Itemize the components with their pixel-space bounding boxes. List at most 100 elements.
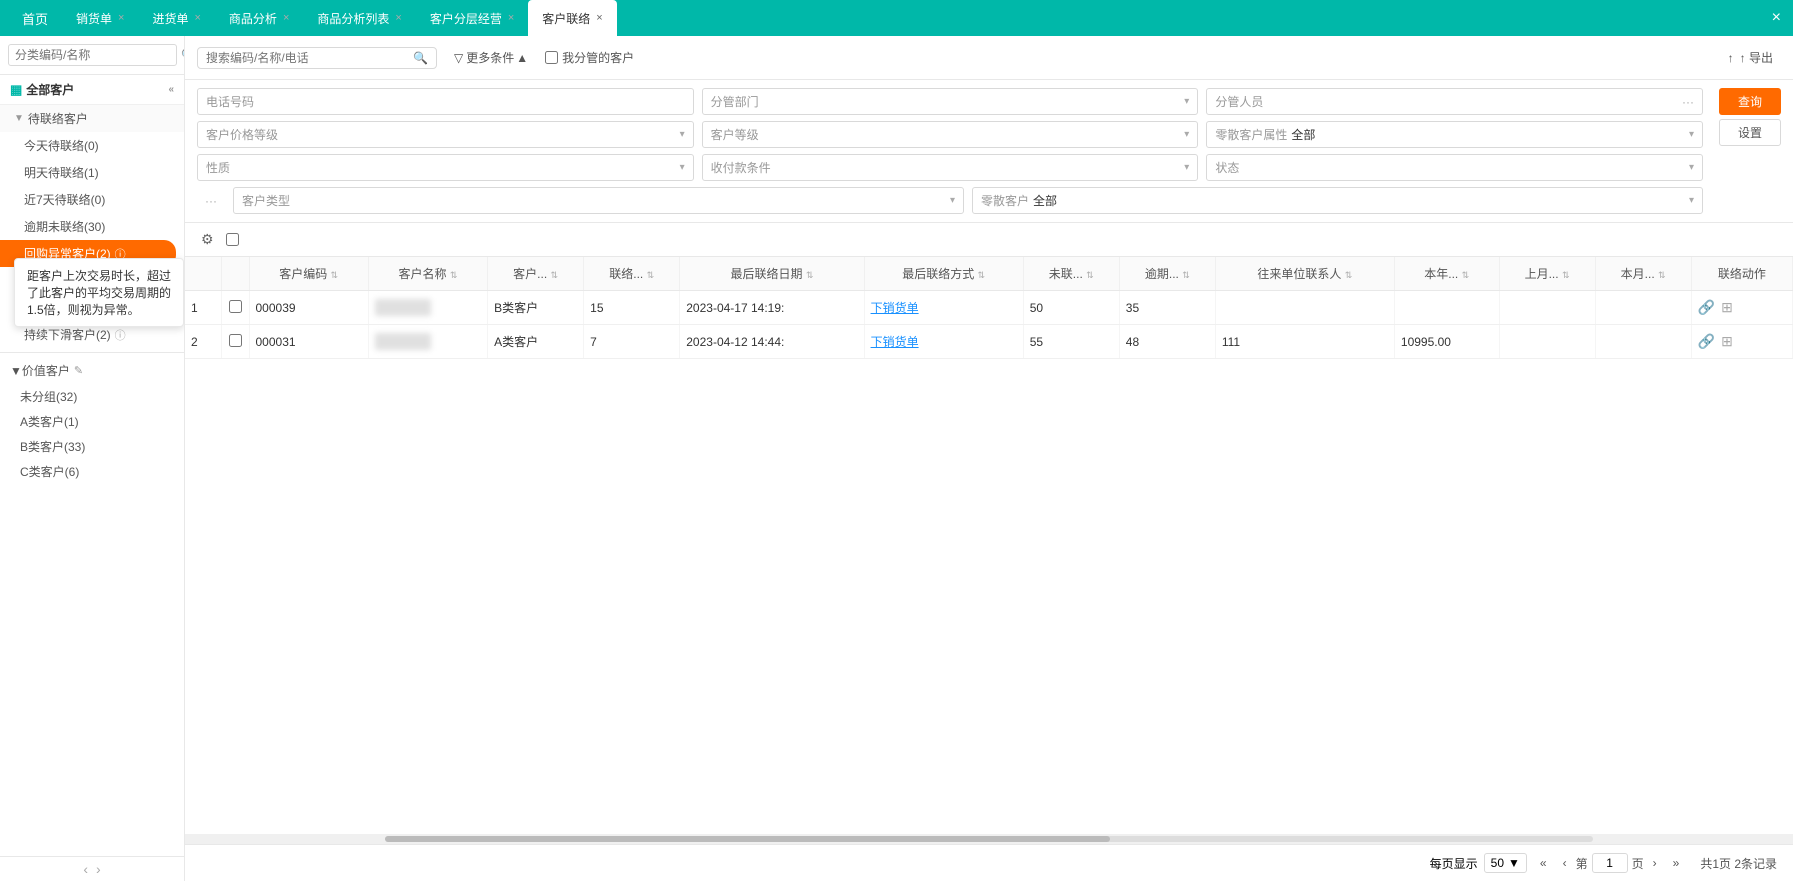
col-not-contacted[interactable]: 未联... ⇅ (1023, 257, 1119, 291)
filter-nature[interactable]: 性质 ▾ (197, 154, 694, 181)
col-last-contact-method[interactable]: 最后联络方式 ⇅ (864, 257, 1023, 291)
main-layout: 🔍 ▦ 全部客户 « ▼ 待联络客户 今天待联络(0) 明天待联络(1) 近7天… (0, 36, 1793, 881)
filter-phone[interactable]: 电话号码 (197, 88, 694, 115)
filter-customer-level-label: 客户等级 (711, 126, 759, 143)
tab-purchase[interactable]: 进货单 × (138, 0, 214, 36)
filter-dept[interactable]: 分管部门 ▾ (702, 88, 1199, 115)
filter-manager[interactable]: 分管人员 ··· (1206, 88, 1703, 115)
cell-method-1[interactable]: 下销货单 (864, 291, 1023, 325)
col-contact-count[interactable]: 联络... ⇅ (584, 257, 680, 291)
close-purchase-tab[interactable]: × (194, 12, 200, 24)
filter-payment[interactable]: 收付款条件 ▾ (702, 154, 1199, 181)
last-page-btn[interactable]: » (1666, 853, 1687, 873)
export-button[interactable]: ↑ ↑ 导出 (1720, 45, 1781, 70)
filter-customer-level[interactable]: 客户等级 ▾ (702, 121, 1199, 148)
col-last-contact-date[interactable]: 最后联络日期 ⇅ (680, 257, 864, 291)
tab-analysis-list[interactable]: 商品分析列表 × (303, 0, 415, 36)
col-customer-code[interactable]: 客户编码 ⇅ (249, 257, 368, 291)
filter-status-arrow: ▾ (1689, 162, 1694, 173)
col-customer-type[interactable]: 客户... ⇅ (488, 257, 584, 291)
cell-checkbox-2[interactable] (221, 325, 249, 359)
wait-contact-header[interactable]: ▼ 待联络客户 (0, 105, 184, 132)
tab-home[interactable]: 首页 (8, 0, 62, 36)
filter-scatter-customer[interactable]: 零散客户 全部 ▾ (972, 187, 1703, 214)
sort-date-icon: ⇅ (806, 270, 814, 280)
col-this-year[interactable]: 本年... ⇅ (1394, 257, 1499, 291)
search-input[interactable] (206, 51, 409, 65)
tab-analysis[interactable]: 商品分析 × (215, 0, 303, 36)
sidebar-divider (0, 352, 184, 353)
close-customer-tier-tab[interactable]: × (508, 12, 514, 24)
filter-scatter-attr[interactable]: 零散客户属性 全部 ▾ (1206, 121, 1703, 148)
action-more-icon-2[interactable]: ⊞ (1721, 333, 1733, 350)
sidebar-prev-arrow[interactable]: ‹ (83, 861, 88, 877)
link-method-1[interactable]: 下销货单 (871, 301, 919, 315)
tab-customer-contact[interactable]: 客户联络 × (528, 0, 616, 36)
cell-lastmonth-2 (1499, 325, 1595, 359)
close-customer-contact-tab[interactable]: × (596, 12, 602, 24)
gear-button[interactable]: ⚙ (197, 229, 218, 250)
value-customer-edit-icon[interactable]: ✎ (74, 364, 83, 377)
col-checkbox (221, 257, 249, 291)
filter-status[interactable]: 状态 ▾ (1206, 154, 1703, 181)
scrollbar-thumb[interactable] (385, 836, 1110, 842)
tab-sales[interactable]: 销货单 × (62, 0, 138, 36)
search-input-wrap[interactable]: 🔍 (197, 47, 437, 69)
value-customer-header[interactable]: ▼ 价值客户 ✎ (0, 357, 184, 384)
page-of-label: 页 (1632, 855, 1644, 872)
collapse-icon: « (168, 84, 174, 95)
close-analysis-tab[interactable]: × (283, 12, 289, 24)
prev-page-btn[interactable]: ‹ (1556, 853, 1574, 873)
category-search-icon[interactable]: 🔍 (181, 48, 185, 62)
sidebar-item-c-class[interactable]: C类客户(6) (0, 459, 184, 484)
next-page-btn[interactable]: › (1646, 853, 1664, 873)
close-analysis-list-tab[interactable]: × (395, 12, 401, 24)
sidebar-item-7days[interactable]: 近7天待联络(0) (0, 186, 184, 213)
sidebar-next-arrow[interactable]: › (96, 861, 101, 877)
sidebar-item-b-class[interactable]: B类客户(33) (0, 434, 184, 459)
col-overdue[interactable]: 逾期... ⇅ (1119, 257, 1215, 291)
sidebar-item-ungroup[interactable]: 未分组(32) (0, 384, 184, 409)
setting-button[interactable]: 设置 (1719, 119, 1781, 146)
cell-checkbox-1[interactable] (221, 291, 249, 325)
filter-phone-label: 电话号码 (206, 93, 254, 110)
cell-method-2[interactable]: 下销货单 (864, 325, 1023, 359)
filter-customer-type[interactable]: 客户类型 ▾ (233, 187, 964, 214)
filter-more-dots[interactable]: ··· (197, 190, 225, 212)
col-this-month[interactable]: 本月... ⇅ (1595, 257, 1691, 291)
col-last-month[interactable]: 上月... ⇅ (1499, 257, 1595, 291)
my-customer-check[interactable]: 我分管的客户 (545, 49, 634, 66)
close-sales-tab[interactable]: × (118, 12, 124, 24)
action-link-icon-1[interactable]: 🔗 (1698, 299, 1715, 316)
link-method-2[interactable]: 下销货单 (871, 335, 919, 349)
sidebar-item-today[interactable]: 今天待联络(0) (0, 132, 184, 159)
cell-name-1: 客户名称A (368, 291, 487, 325)
sidebar-item-overdue[interactable]: 逾期未联络(30) (0, 213, 184, 240)
sidebar: 🔍 ▦ 全部客户 « ▼ 待联络客户 今天待联络(0) 明天待联络(1) 近7天… (0, 36, 185, 881)
category-search-input[interactable] (8, 44, 177, 66)
my-customer-checkbox[interactable] (545, 51, 558, 64)
tab-customer-tier[interactable]: 客户分层经营 × (416, 0, 528, 36)
action-link-icon-2[interactable]: 🔗 (1698, 333, 1715, 350)
horizontal-scrollbar[interactable] (185, 834, 1793, 844)
export-icon: ↑ (1728, 51, 1734, 65)
action-more-icon-1[interactable]: ⊞ (1721, 299, 1733, 316)
page-number-input[interactable] (1592, 853, 1628, 873)
more-filter-button[interactable]: ▽ 更多条件 ▲ (445, 44, 537, 71)
col-unit-contacts[interactable]: 往来单位联系人 ⇅ (1215, 257, 1394, 291)
col-customer-name[interactable]: 客户名称 ⇅ (368, 257, 487, 291)
first-page-btn[interactable]: « (1533, 853, 1554, 873)
cell-type-2: A类客户 (488, 325, 584, 359)
sidebar-item-tomorrow[interactable]: 明天待联络(1) (0, 159, 184, 186)
all-customers-title[interactable]: ▦ 全部客户 « (0, 75, 184, 105)
sort-overdue-icon: ⇅ (1182, 270, 1190, 280)
search-icon[interactable]: 🔍 (413, 51, 428, 65)
sidebar-item-a-class[interactable]: A类客户(1) (0, 409, 184, 434)
page-label: 第 (1576, 855, 1588, 872)
per-page-select[interactable]: 50 ▼ (1484, 853, 1527, 873)
filter-price-level[interactable]: 客户价格等级 ▾ (197, 121, 694, 148)
top-nav: 首页 销货单 × 进货单 × 商品分析 × 商品分析列表 × 客户分层经营 × … (0, 0, 1793, 36)
close-all-tabs[interactable]: × (1772, 9, 1781, 27)
query-button[interactable]: 查询 (1719, 88, 1781, 115)
select-all-checkbox[interactable] (226, 233, 239, 246)
